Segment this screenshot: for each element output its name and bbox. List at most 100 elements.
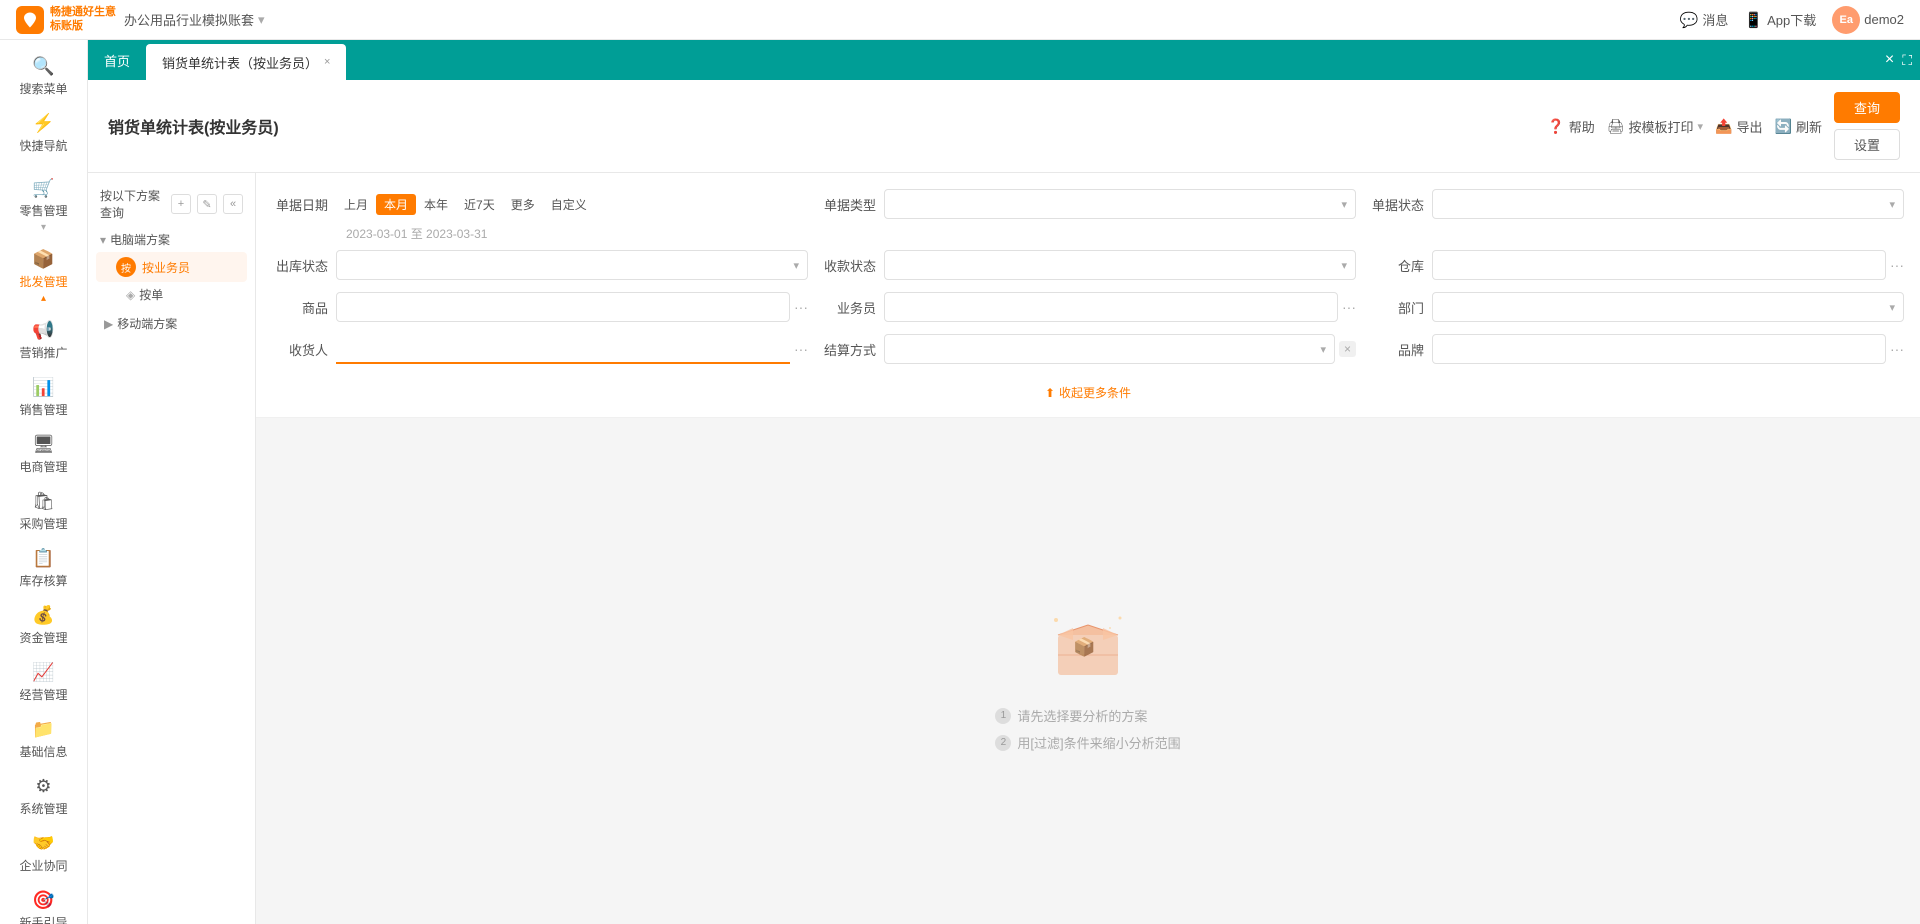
tab-bar: 首页 销货单统计表（按业务员） × × ⛶ (88, 40, 1920, 80)
sidebar-item-purchase[interactable]: 🛍 采购管理 (0, 483, 87, 540)
brand-input[interactable] (1432, 334, 1886, 364)
out-status-arrow-icon: ▾ (793, 259, 799, 272)
goods-input[interactable] (336, 292, 790, 322)
user-profile[interactable]: Ea demo2 (1832, 6, 1904, 34)
warehouse-control: ··· (1432, 250, 1904, 280)
search-icon: 🔍 (32, 56, 54, 77)
tab-sales-stat[interactable]: 销货单统计表（按业务员） × (146, 44, 346, 80)
out-status-select[interactable]: ▾ (336, 250, 808, 280)
pc-scheme-title[interactable]: ▾ 电脑端方案 (96, 227, 247, 252)
query-button[interactable]: 查询 (1834, 92, 1900, 123)
filter-row-2: 出库状态 ▾ 收款状态 ▾ (272, 250, 1904, 280)
help-button[interactable]: ❓ 帮助 (1547, 117, 1594, 136)
sidebar-item-system[interactable]: ⚙ 系统管理 (0, 768, 87, 825)
date-last7[interactable]: 近7天 (456, 192, 503, 217)
maximize-icon[interactable]: ⛶ (1902, 52, 1912, 69)
sidebar-item-finance[interactable]: 💰 资金管理 (0, 597, 87, 654)
print-button[interactable]: 🖨 按模板打印 ▾ (1607, 117, 1703, 136)
tip-num-1: 1 (995, 708, 1011, 724)
app-selector[interactable]: 办公用品行业模拟账套 ▾ (124, 10, 265, 29)
sidebar-item-newbie[interactable]: 🎯 新手引导 (0, 882, 87, 924)
tab-home[interactable]: 首页 (88, 51, 146, 70)
department-label: 部门 (1368, 298, 1424, 317)
filter-row-4: 收货人 ··· 结算方式 (272, 334, 1904, 364)
edit-scheme-button[interactable]: ✎ (197, 194, 217, 214)
date-custom[interactable]: 自定义 (543, 192, 595, 217)
sidebar-item-ecommerce[interactable]: 🖥 电商管理 (0, 426, 87, 483)
sidebar-item-operation[interactable]: 📈 经营管理 (0, 654, 87, 711)
sidebar-item-search[interactable]: 🔍 搜索菜单 (0, 48, 87, 105)
payment-method-select[interactable]: ▾ (884, 334, 1335, 364)
payment-status-select[interactable]: ▾ (884, 250, 1356, 280)
brand-dots[interactable]: ··· (1890, 341, 1904, 357)
tab-close-icon[interactable]: × (324, 56, 330, 68)
collapse-button[interactable]: ⬆ 收起更多条件 (1045, 384, 1131, 401)
wholesale-icon: 📦 (32, 249, 54, 270)
svg-text:📦: 📦 (1073, 636, 1095, 657)
department-select[interactable]: ▾ (1432, 292, 1904, 322)
pc-scheme-arrow: ▾ (100, 233, 106, 247)
mobile-scheme[interactable]: ▶ 移动端方案 (96, 311, 247, 336)
add-scheme-button[interactable]: + (171, 194, 191, 214)
inventory-icon: 📋 (32, 548, 54, 569)
sidebar-label-search: 搜索菜单 (19, 80, 67, 97)
app-download-action[interactable]: 📱 App下载 (1744, 10, 1816, 29)
operation-icon: 📈 (32, 662, 54, 683)
finance-icon: 💰 (32, 605, 54, 626)
goods-dots[interactable]: ··· (794, 299, 808, 315)
doc-status-select[interactable]: ▾ (1432, 189, 1904, 219)
sidebar-label-quick: 快捷导航 (19, 137, 67, 154)
action-buttons: 查询 设置 (1834, 92, 1900, 160)
sidebar-item-retail[interactable]: 🛒 零售管理 ▾ (0, 170, 87, 241)
receiver-dots[interactable]: ··· (794, 341, 808, 357)
doc-type-select[interactable]: ▾ (884, 189, 1356, 219)
print-arrow-icon: ▾ (1698, 120, 1704, 133)
date-last-month[interactable]: 上月 (336, 192, 376, 217)
payment-method-clear[interactable]: × (1339, 341, 1356, 357)
sub-scheme-item[interactable]: ◈ 按单 (96, 282, 247, 307)
sidebar-item-marketing[interactable]: 📢 营销推广 (0, 312, 87, 369)
page-content: 销货单统计表(按业务员) ❓ 帮助 🖨 按模板打印 ▾ 📤 导出 (88, 80, 1920, 924)
settings-button[interactable]: 设置 (1834, 129, 1900, 160)
warehouse-dots[interactable]: ··· (1890, 257, 1904, 273)
doc-status-arrow-icon: ▾ (1889, 198, 1895, 211)
date-range-display: 2023-03-01 至 2023-03-31 (272, 225, 1904, 242)
sidebar-item-sales[interactable]: 📊 销售管理 (0, 369, 87, 426)
filter-doc-type: 单据类型 ▾ (820, 189, 1356, 219)
brand-control: ··· (1432, 334, 1904, 364)
sidebar-label-base: 基础信息 (19, 743, 67, 760)
sidebar-item-inventory[interactable]: 📋 库存核算 (0, 540, 87, 597)
content-area: 📦 1 请先选择要分析的方案 2 用[过滤]条件来缩小分析范围 (256, 418, 1920, 924)
date-this-year[interactable]: 本年 (416, 192, 456, 217)
date-this-month[interactable]: 本月 (376, 194, 416, 215)
sidebar-label-inventory: 库存核算 (19, 572, 67, 589)
page-header-actions: ❓ 帮助 🖨 按模板打印 ▾ 📤 导出 🔄 刷新 (1547, 92, 1900, 160)
scheme-section: ▾ 电脑端方案 按 按业务员 ◈ 按单 ▶ 移动 (88, 227, 255, 336)
doc-type-label: 单据类型 (820, 195, 876, 214)
tip-item-2: 2 用[过滤]条件来缩小分析范围 (995, 733, 1180, 752)
receiver-input[interactable] (336, 334, 790, 364)
salesperson-control: ··· (884, 292, 1356, 322)
refresh-button[interactable]: 🔄 刷新 (1775, 117, 1822, 136)
date-more[interactable]: 更多 (503, 192, 543, 217)
filter-department: 部门 ▾ (1368, 292, 1904, 322)
sidebar-item-quick[interactable]: ⚡ 快捷导航 (0, 105, 87, 162)
close-window-icon[interactable]: × (1885, 51, 1894, 69)
receiver-control: ··· (336, 334, 808, 364)
date-label: 单据日期 (272, 195, 328, 214)
sidebar-label-wholesale: 批发管理 (19, 273, 67, 290)
refresh-icon: 🔄 (1775, 118, 1792, 135)
salesperson-dots[interactable]: ··· (1342, 299, 1356, 315)
collapse-panel-button[interactable]: « (223, 194, 243, 214)
warehouse-input[interactable] (1432, 250, 1886, 280)
sidebar-item-enterprise[interactable]: 🤝 企业协同 (0, 825, 87, 882)
message-action[interactable]: 💬 消息 (1680, 10, 1729, 29)
sidebar-item-wholesale[interactable]: 📦 批发管理 ▴ (0, 241, 87, 312)
salesperson-input[interactable] (884, 292, 1338, 322)
active-scheme-item[interactable]: 按 按业务员 (96, 252, 247, 282)
logo-text: 畅捷通好生意 标账版 (50, 6, 116, 32)
export-button[interactable]: 📤 导出 (1715, 117, 1762, 136)
sidebar-item-base[interactable]: 📁 基础信息 (0, 711, 87, 768)
right-section: 单据日期 上月 本月 本年 近7天 更多 自定义 (256, 173, 1920, 924)
warehouse-label: 仓库 (1368, 256, 1424, 275)
